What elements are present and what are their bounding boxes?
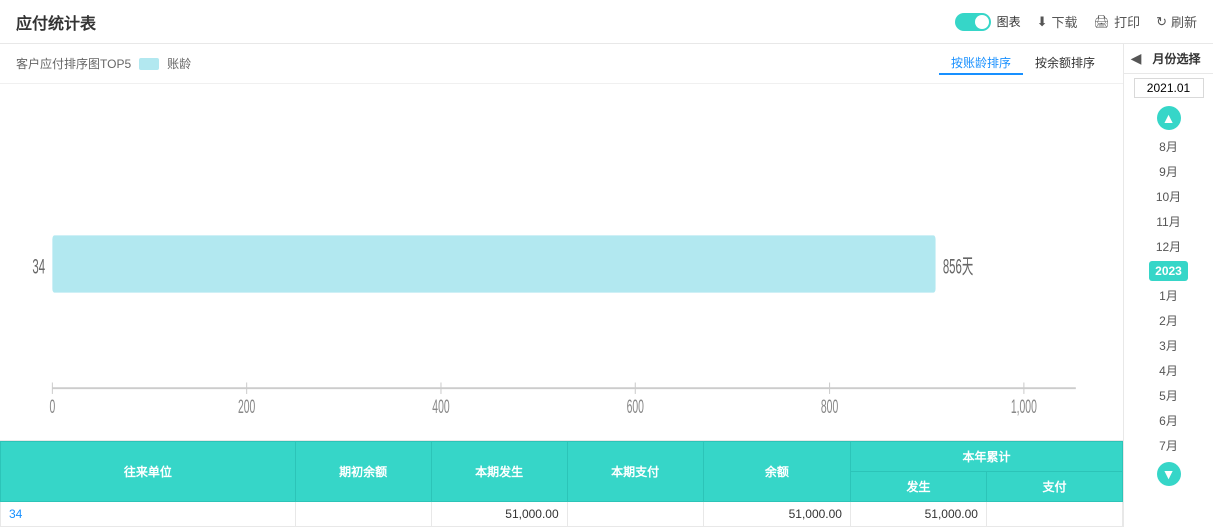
month-item-10[interactable]: 10月 — [1145, 184, 1192, 209]
svg-text:200: 200 — [238, 397, 255, 418]
col-payment: 本期支付 — [567, 442, 703, 502]
scroll-up-button[interactable]: ▲ — [1157, 106, 1181, 130]
sort-buttons: 按账龄排序 按余额排序 — [939, 52, 1107, 75]
svg-text:1,000: 1,000 — [1011, 397, 1037, 418]
vendor-link[interactable]: 34 — [9, 507, 22, 521]
svg-text:600: 600 — [627, 397, 644, 418]
month-item-1[interactable]: 1月 — [1145, 283, 1192, 308]
month-item-5[interactable]: 5月 — [1145, 383, 1192, 408]
cell-ytd-occurrence: 51,000.00 — [850, 502, 986, 527]
cell-balance: 51,000.00 — [703, 502, 850, 527]
month-item-3[interactable]: 3月 — [1145, 333, 1192, 358]
print-button[interactable]: 🖨 打印 — [1094, 12, 1141, 31]
legend-box — [139, 58, 159, 70]
cell-opening — [295, 502, 431, 527]
sort-by-balance-button[interactable]: 按余额排序 — [1023, 52, 1107, 75]
col-vendor: 往来单位 — [1, 442, 296, 502]
sort-by-age-button[interactable]: 按账龄排序 — [939, 52, 1023, 75]
col-occurrence: 本期发生 — [431, 442, 567, 502]
sidebar-title: 月份选择 — [1144, 50, 1209, 67]
col-ytd-payment: 支付 — [986, 472, 1122, 502]
cell-occurrence: 51,000.00 — [431, 502, 567, 527]
month-item-9[interactable]: 9月 — [1145, 159, 1192, 184]
svg-text:0: 0 — [49, 397, 55, 418]
cell-payment — [567, 502, 703, 527]
refresh-button[interactable]: ↻ 刷新 — [1156, 12, 1197, 31]
chart-toggle-wrap: 图表 — [955, 13, 1021, 31]
refresh-icon: ↻ — [1156, 14, 1167, 30]
col-balance: 余额 — [703, 442, 850, 502]
sidebar-nav: ▲ 8月 9月 10月 11月 12月 2023 1月 2月 3月 4月 5月 … — [1124, 102, 1213, 490]
table-row: 34 51,000.00 51,000.00 51,000.00 — [1, 502, 1123, 527]
data-table: 往来单位 期初余额 本期发生 本期支付 余额 本年累计 发生 支付 — [0, 440, 1123, 527]
svg-text:856天: 856天 — [943, 255, 974, 279]
month-sidebar: ◀ 月份选择 ▲ 8月 9月 10月 11月 12月 2023 1月 2月 3月… — [1123, 44, 1213, 527]
col-opening: 期初余额 — [295, 442, 431, 502]
year-input[interactable] — [1134, 78, 1204, 98]
months-list: 8月 9月 10月 11月 12月 2023 1月 2月 3月 4月 5月 6月… — [1145, 134, 1192, 458]
month-item-8[interactable]: 8月 — [1145, 134, 1192, 159]
col-ytd-occurrence: 发生 — [850, 472, 986, 502]
month-item-6[interactable]: 6月 — [1145, 408, 1192, 433]
print-icon: 🖨 — [1094, 14, 1111, 30]
toggle-label: 图表 — [997, 13, 1021, 30]
page-title: 应付统计表 — [16, 10, 96, 34]
month-item-11[interactable]: 11月 — [1145, 209, 1192, 234]
month-item-12[interactable]: 12月 — [1145, 234, 1192, 259]
month-item-7[interactable]: 7月 — [1145, 433, 1192, 458]
scroll-down-button[interactable]: ▼ — [1157, 462, 1181, 486]
chart-legend: 客户应付排序图TOP5 账龄 — [16, 55, 191, 72]
cell-vendor: 34 — [1, 502, 296, 527]
svg-text:34: 34 — [32, 255, 45, 279]
download-button[interactable]: ⬇ 下载 — [1037, 12, 1078, 31]
sidebar-collapse-button[interactable]: ◀ — [1128, 51, 1144, 67]
chart-area: 34 856天 0 200 400 600 — [0, 84, 1123, 440]
cell-ytd-payment — [986, 502, 1122, 527]
svg-text:800: 800 — [821, 397, 838, 418]
download-icon: ⬇ — [1037, 14, 1048, 30]
month-item-2[interactable]: 2月 — [1145, 308, 1192, 333]
col-ytd-label: 本年累计 — [850, 442, 1122, 472]
chart-toggle[interactable] — [955, 13, 991, 31]
month-item-4[interactable]: 4月 — [1145, 358, 1192, 383]
year-badge-2023[interactable]: 2023 — [1149, 261, 1188, 281]
svg-text:400: 400 — [432, 397, 449, 418]
